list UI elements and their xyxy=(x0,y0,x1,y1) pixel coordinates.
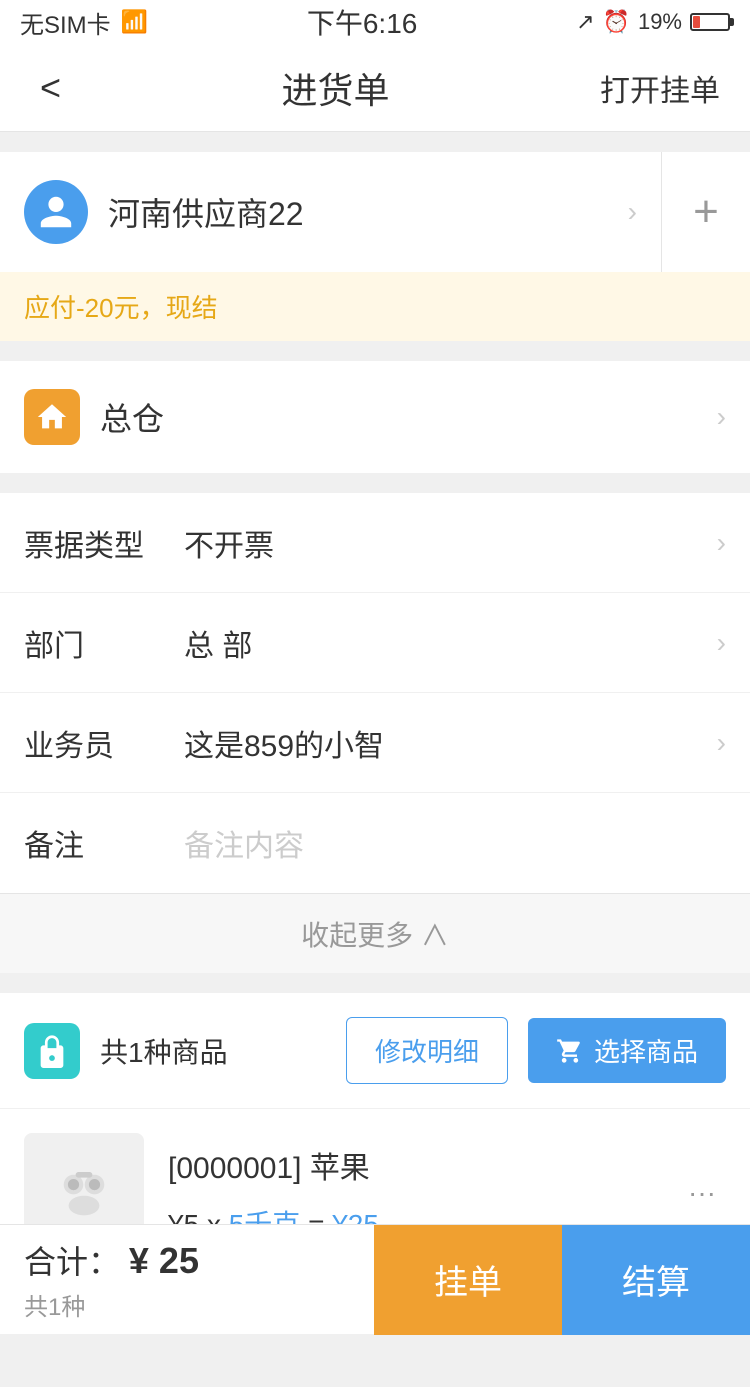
product-toolbar: 共1种商品 修改明细 选择商品 xyxy=(0,993,750,1108)
battery-percentage: 19% xyxy=(638,9,682,35)
total-amount: 合计： ¥ 25 xyxy=(24,1237,350,1283)
section-gap-4 xyxy=(0,973,750,993)
status-right: ↗ ⏰ 19% xyxy=(576,9,730,35)
status-time: 下午6:16 xyxy=(307,2,418,42)
checkout-button[interactable]: 结算 xyxy=(562,1225,750,1335)
remark-placeholder: 备注内容 xyxy=(184,821,726,865)
person-icon xyxy=(37,193,75,231)
wifi-icon: 📶 xyxy=(121,9,148,35)
form-section: 票据类型 不开票 › 部门 总 部 › 业务员 这是859的小智 › 备注 备注… xyxy=(0,493,750,893)
back-button[interactable]: < xyxy=(30,57,71,119)
collapse-button[interactable]: 收起更多 ∧ xyxy=(0,893,750,973)
chevron-right-icon-5: › xyxy=(717,727,726,759)
shopping-bag-icon xyxy=(35,1034,69,1068)
warehouse-section[interactable]: 总仓 › xyxy=(0,361,750,473)
add-supplier-button[interactable]: + xyxy=(662,152,750,272)
section-gap-3 xyxy=(0,473,750,493)
hang-button[interactable]: 挂单 xyxy=(374,1225,562,1335)
select-product-button[interactable]: 选择商品 xyxy=(528,1018,726,1083)
alarm-icon: ⏰ xyxy=(603,9,630,35)
notice-bar: 应付-20元，现结 xyxy=(0,272,750,341)
status-left: 无SIM卡 📶 xyxy=(20,5,148,40)
total-value: ¥ 25 xyxy=(129,1240,199,1281)
sales-row[interactable]: 业务员 这是859的小智 › xyxy=(0,693,750,793)
supplier-avatar xyxy=(24,180,88,244)
total-section: 合计： ¥ 25 共1种 xyxy=(0,1237,374,1322)
open-hang-button[interactable]: 打开挂单 xyxy=(600,66,720,110)
sales-label: 业务员 xyxy=(24,721,184,765)
supplier-name: 河南供应商22 xyxy=(108,189,618,235)
dept-row[interactable]: 部门 总 部 › xyxy=(0,593,750,693)
invoice-type-row[interactable]: 票据类型 不开票 › xyxy=(0,493,750,593)
chevron-right-icon: › xyxy=(628,196,637,228)
total-count: 共1种 xyxy=(24,1287,350,1322)
chevron-right-icon-4: › xyxy=(717,627,726,659)
chevron-right-icon-2: › xyxy=(717,401,726,433)
select-product-label: 选择商品 xyxy=(594,1032,698,1069)
product-bag-icon xyxy=(24,1023,80,1079)
page-title: 进货单 xyxy=(282,62,390,114)
sales-value: 这是859的小智 xyxy=(184,721,707,765)
product-title: 苹果 xyxy=(310,1152,370,1185)
section-gap-1 xyxy=(0,132,750,152)
modify-detail-button[interactable]: 修改明细 xyxy=(346,1017,508,1084)
product-name: [0000001] 苹果 xyxy=(168,1143,678,1187)
dept-value: 总 部 xyxy=(184,621,707,665)
remark-row[interactable]: 备注 备注内容 xyxy=(0,793,750,893)
dept-label: 部门 xyxy=(24,621,184,665)
nav-bar: < 进货单 打开挂单 xyxy=(0,44,750,132)
supplier-section: 河南供应商22 › + xyxy=(0,152,750,272)
remark-label: 备注 xyxy=(24,821,184,865)
bottom-bar: 合计： ¥ 25 共1种 挂单 结算 xyxy=(0,1224,750,1334)
total-label: 合计： xyxy=(24,1244,120,1280)
warehouse-name: 总仓 xyxy=(100,394,707,440)
chevron-right-icon-3: › xyxy=(717,527,726,559)
battery-icon xyxy=(690,13,730,31)
status-bar: 无SIM卡 📶 下午6:16 ↗ ⏰ 19% xyxy=(0,0,750,44)
product-code: [0000001] xyxy=(168,1152,301,1185)
home-icon xyxy=(35,400,69,434)
supplier-selector[interactable]: 河南供应商22 › xyxy=(0,152,662,272)
location-icon: ↗ xyxy=(576,9,594,35)
cart-icon xyxy=(556,1037,584,1065)
more-button[interactable]: ··· xyxy=(678,1167,726,1219)
carrier-text: 无SIM卡 xyxy=(20,5,111,40)
product-thumb-icon xyxy=(49,1158,119,1228)
invoice-label: 票据类型 xyxy=(24,521,184,565)
product-count-label: 共1种商品 xyxy=(100,1031,326,1071)
section-gap-2 xyxy=(0,341,750,361)
warehouse-icon xyxy=(24,389,80,445)
invoice-value: 不开票 xyxy=(184,521,707,565)
